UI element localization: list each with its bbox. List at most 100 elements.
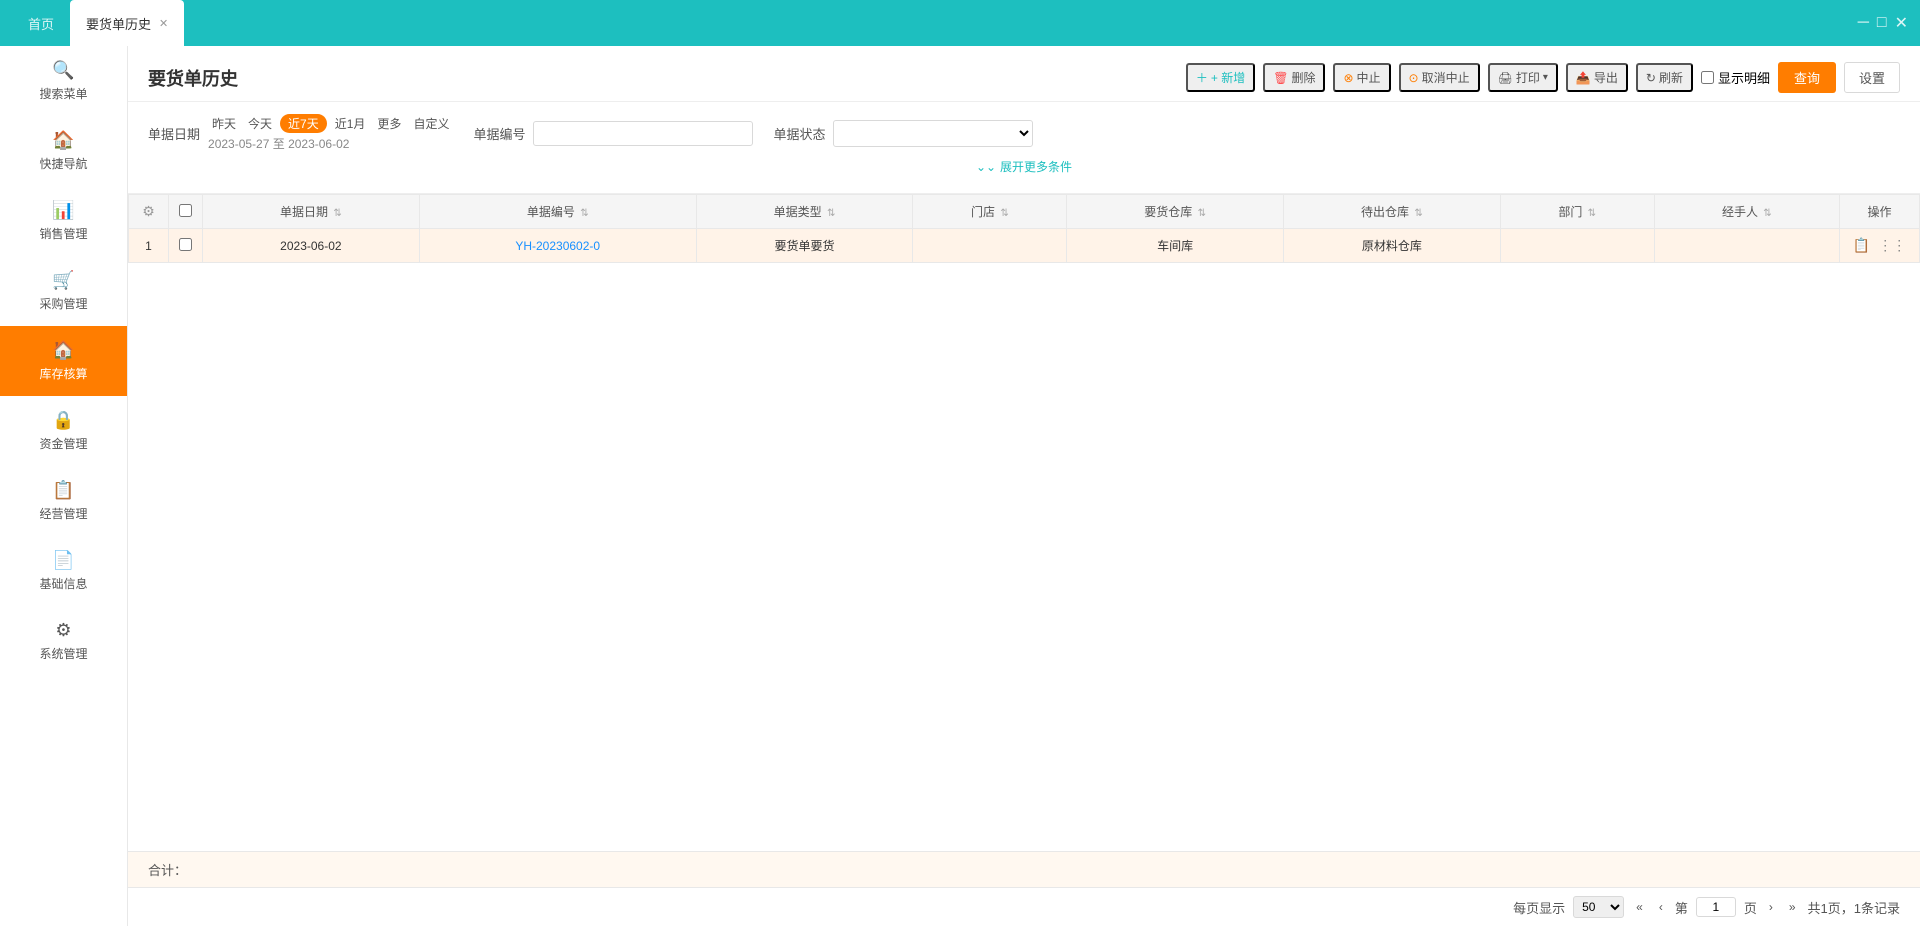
delete-button[interactable]: 🗑 删除 [1263, 63, 1325, 92]
operations-icon: 📋 [52, 480, 74, 501]
export-label: 导出 [1594, 69, 1618, 86]
doc-type-sort-icon[interactable]: ⇅ [827, 208, 835, 219]
new-icon: ＋ [1196, 69, 1208, 86]
page-number-input[interactable] [1696, 897, 1736, 917]
date-filter-label: 单据日期 [148, 124, 200, 143]
total-info: 共1页，1条记录 [1808, 898, 1900, 917]
sales-icon: 📊 [52, 200, 74, 221]
status-label: 单据状态 [773, 124, 825, 143]
date-btn-1month[interactable]: 近1月 [331, 114, 370, 133]
row-more-icon[interactable]: ⋮⋮ [1878, 237, 1906, 254]
table-container: ⚙ 单据日期 ⇅ 单据编号 ⇅ [128, 194, 1920, 851]
cancel-stop-icon: ⊙ [1409, 71, 1419, 85]
settings-button[interactable]: 设置 [1844, 62, 1900, 93]
delete-icon: 🗑 [1273, 71, 1288, 85]
select-all-checkbox[interactable] [179, 204, 192, 217]
cell-doc-no: YH-20230602-0 [419, 229, 696, 263]
th-checkbox [169, 195, 203, 229]
sidebar-item-search-menu[interactable]: 🔍 搜索菜单 [0, 46, 127, 116]
department-sort-icon[interactable]: ⇅ [1588, 208, 1596, 219]
first-page-button[interactable]: « [1632, 898, 1647, 916]
table-footer: 合计： [128, 851, 1920, 887]
date-btn-today[interactable]: 今天 [244, 114, 276, 133]
search-menu-icon: 🔍 [52, 60, 74, 81]
next-page-button[interactable]: › [1765, 898, 1777, 916]
handler-sort-icon[interactable]: ⇅ [1763, 208, 1771, 219]
print-button[interactable]: 🖨 打印 ▾ [1488, 63, 1558, 92]
refresh-icon: ↻ [1646, 71, 1656, 85]
window-minimize-icon[interactable]: ─ [1858, 14, 1869, 32]
sidebar-item-purchase[interactable]: 🛒 采购管理 [0, 256, 127, 326]
cell-checkbox [169, 229, 203, 263]
doc-no-link[interactable]: YH-20230602-0 [515, 239, 600, 253]
sidebar-item-sales[interactable]: 📊 销售管理 [0, 186, 127, 256]
page-size-select[interactable]: 50 10 20 100 [1573, 896, 1624, 918]
main-area: 🔍 搜索菜单 🏠 快捷导航 📊 销售管理 🛒 采购管理 🏠 库存核算 🔒 [0, 46, 1920, 926]
query-button[interactable]: 查询 [1778, 62, 1836, 93]
sidebar-item-inventory-label: 库存核算 [39, 365, 87, 382]
th-action: 操作 [1840, 195, 1920, 229]
date-btn-7days[interactable]: 近7天 [280, 114, 327, 133]
prev-page-button[interactable]: ‹ [1655, 898, 1667, 916]
th-date-label: 单据日期 [280, 205, 328, 219]
tab-home-label: 首页 [28, 14, 54, 33]
th-date: 单据日期 ⇅ [203, 195, 420, 229]
sidebar-item-inventory[interactable]: 🏠 库存核算 [0, 326, 127, 396]
th-req-warehouse-label: 要货仓库 [1144, 205, 1192, 219]
doc-no-sort-icon[interactable]: ⇅ [580, 208, 588, 219]
pagination-bar: 每页显示 50 10 20 100 « ‹ 第 页 › » 共1页，1条记录 [128, 887, 1920, 926]
cancel-stop-button[interactable]: ⊙ 取消中止 [1399, 63, 1480, 92]
window-close-icon[interactable]: ✕ [1895, 13, 1908, 33]
show-detail-checkbox[interactable] [1701, 71, 1714, 84]
row-edit-icon[interactable]: 📋 [1853, 237, 1870, 254]
sidebar-item-basic-info[interactable]: 📄 基础信息 [0, 536, 127, 606]
refresh-button[interactable]: ↻ 刷新 [1636, 63, 1693, 92]
page-goto-suffix: 页 [1744, 898, 1757, 917]
last-page-button[interactable]: » [1785, 898, 1800, 916]
date-btn-custom[interactable]: 自定义 [409, 114, 453, 133]
top-bar: 首页 要货单历史 ✕ ─ □ ✕ [0, 0, 1920, 46]
store-sort-icon[interactable]: ⇅ [1000, 208, 1008, 219]
cancel-stop-label: 取消中止 [1422, 69, 1470, 86]
req-warehouse-sort-icon[interactable]: ⇅ [1198, 208, 1206, 219]
date-btn-yesterday[interactable]: 昨天 [208, 114, 240, 133]
cell-req-warehouse: 车间库 [1067, 229, 1284, 263]
sidebar-item-finance[interactable]: 🔒 资金管理 [0, 396, 127, 466]
row-checkbox[interactable] [179, 238, 192, 251]
show-detail-toggle[interactable]: 显示明细 [1701, 68, 1770, 87]
delete-label: 删除 [1291, 69, 1315, 86]
sidebar-item-system[interactable]: ⚙ 系统管理 [0, 606, 127, 676]
status-select[interactable] [833, 120, 1033, 147]
table-settings-icon[interactable]: ⚙ [142, 203, 155, 219]
stop-button[interactable]: ⊗ 中止 [1333, 63, 1390, 92]
expand-more-button[interactable]: ⌄⌄ 展开更多条件 [976, 158, 1072, 175]
window-maximize-icon[interactable]: □ [1877, 14, 1887, 32]
finance-icon: 🔒 [52, 410, 74, 431]
sidebar-item-quick-nav[interactable]: 🏠 快捷导航 [0, 116, 127, 186]
doc-no-input[interactable] [533, 121, 753, 146]
th-department-label: 部门 [1558, 205, 1582, 219]
sidebar-item-finance-label: 资金管理 [39, 435, 87, 452]
sidebar-item-operations[interactable]: 📋 经营管理 [0, 466, 127, 536]
cell-department [1500, 229, 1654, 263]
th-pending-warehouse-label: 待出仓库 [1361, 205, 1409, 219]
tab-requisition-history[interactable]: 要货单历史 ✕ [70, 0, 184, 46]
tab-close-icon[interactable]: ✕ [159, 17, 168, 30]
sidebar: 🔍 搜索菜单 🏠 快捷导航 📊 销售管理 🛒 采购管理 🏠 库存核算 🔒 [0, 46, 128, 926]
th-store-label: 门店 [971, 205, 995, 219]
date-btn-more[interactable]: 更多 [373, 114, 405, 133]
top-bar-right: ─ □ ✕ [1858, 13, 1908, 33]
table-row: 1 2023-06-02 YH-20230602-0 要货单要货 车间库 [129, 229, 1920, 263]
pending-warehouse-sort-icon[interactable]: ⇅ [1414, 208, 1422, 219]
date-range-display: 2023-05-27 至 2023-06-02 [208, 135, 453, 152]
doc-no-label: 单据编号 [473, 124, 525, 143]
content-area: 要货单历史 ＋ + 新增 🗑 删除 ⊗ 中止 ⊙ [128, 46, 1920, 926]
date-sort-icon[interactable]: ⇅ [333, 208, 341, 219]
th-pending-warehouse: 待出仓库 ⇅ [1284, 195, 1501, 229]
tab-requisition-history-label: 要货单历史 [86, 14, 151, 33]
cell-doc-type: 要货单要货 [696, 229, 913, 263]
sidebar-item-operations-label: 经营管理 [39, 505, 87, 522]
export-button[interactable]: 📤 导出 [1566, 63, 1628, 92]
new-button[interactable]: ＋ + 新增 [1186, 63, 1255, 92]
tab-home[interactable]: 首页 [12, 0, 70, 46]
